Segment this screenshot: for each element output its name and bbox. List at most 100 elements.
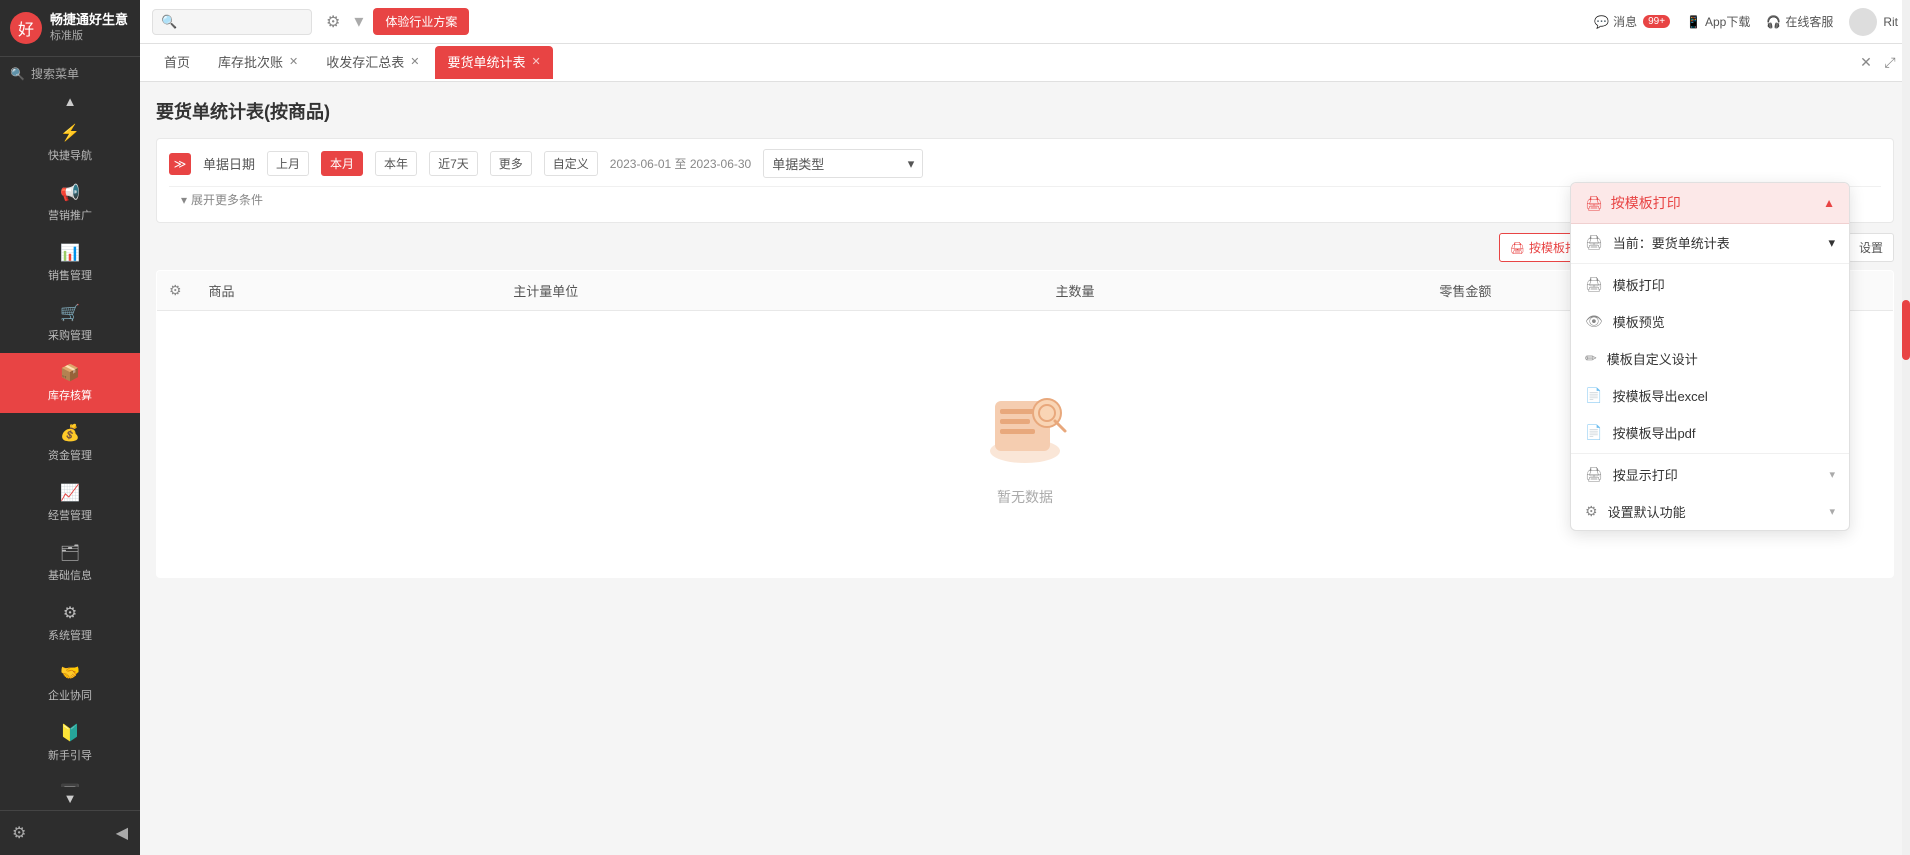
doc-type-select[interactable]: 单据类型 ▾ — [763, 149, 923, 178]
current-template-icon: 🖨 — [1585, 234, 1603, 251]
tab-order-stats-label: 要货单统计表 — [447, 52, 525, 71]
sidebar-item-purchase[interactable]: 🛒 采购管理 — [0, 293, 140, 353]
message-icon: 💬 — [1594, 15, 1609, 29]
tab-order-stats[interactable]: 要货单统计表 ✕ — [435, 46, 552, 79]
sidebar-item-enterprise[interactable]: 🤝 企业协同 — [0, 653, 140, 713]
print-icon: 🖨 — [1510, 241, 1525, 255]
filter-row: ≫ 单据日期 上月 本月 本年 近7天 更多 自定义 2023-06-01 至 … — [169, 149, 1881, 178]
sidebar-item-label: 库存核算 — [48, 387, 92, 403]
sidebar-item-label: 经营管理 — [48, 507, 92, 523]
sidebar-item-finance[interactable]: 💰 资金管理 — [0, 413, 140, 473]
message-label: 消息 — [1613, 13, 1637, 30]
window-expand-btn[interactable]: ⤢ — [1882, 55, 1898, 71]
sidebar-item-sales[interactable]: 📊 销售管理 — [0, 233, 140, 293]
table-settings-icon[interactable]: ⚙ — [169, 282, 182, 298]
search-icon: 🔍 — [10, 67, 25, 81]
settings-icon[interactable]: ⚙ — [8, 819, 30, 847]
date-custom-btn[interactable]: 自定义 — [544, 151, 598, 176]
content-area: 要货单统计表(按商品) ≫ 单据日期 上月 本月 本年 近7天 更多 自定义 2… — [140, 82, 1910, 855]
empty-icon — [975, 381, 1075, 471]
top-search-input[interactable] — [183, 15, 283, 29]
set-default-arrow: ▾ — [1829, 505, 1835, 518]
template-print-item[interactable]: 🖨 模板打印 — [1571, 266, 1849, 303]
app-download-label: App下载 — [1705, 13, 1750, 30]
sidebar-item-label: 快捷导航 — [48, 147, 92, 163]
empty-label: 暂无数据 — [997, 487, 1053, 507]
sidebar-item-label: 营销推广 — [48, 207, 92, 223]
top-dropdown-arrow[interactable]: ▾ — [354, 11, 363, 32]
sidebar-item-label: 系统管理 — [48, 627, 92, 643]
sidebar-item-marketing[interactable]: 📢 营销推广 — [0, 173, 140, 233]
window-close-btn[interactable]: ✕ — [1858, 55, 1874, 71]
tab-order-stats-close[interactable]: ✕ — [532, 55, 541, 68]
sidebar-search-label: 搜索菜单 — [31, 65, 79, 82]
settings-btn[interactable]: 设置 — [1848, 233, 1894, 262]
sidebar-item-guide[interactable]: 🔰 新手引导 — [0, 713, 140, 773]
date-filter-label: 单据日期 — [203, 154, 255, 173]
set-default-label: 设置默认功能 — [1608, 502, 1820, 521]
print-dropdown-header: 🖨 按模板打印 ▲ — [1571, 183, 1849, 224]
export-excel-label: 按模板导出excel — [1612, 386, 1835, 405]
message-action[interactable]: 💬 消息 99+ — [1594, 13, 1670, 30]
template-preview-label: 模板预览 — [1613, 312, 1835, 331]
sidebar-item-system[interactable]: ⚙ 系统管理 — [0, 593, 140, 653]
tab-batch-account-close[interactable]: ✕ — [289, 55, 298, 68]
sidebar-item-quick-nav[interactable]: ⚡ 快捷导航 — [0, 113, 140, 173]
sidebar-item-basics[interactable]: 🗂 基础信息 — [0, 533, 140, 593]
sidebar-item-operations[interactable]: 📈 经营管理 — [0, 473, 140, 533]
sales-icon: 📊 — [60, 243, 80, 263]
top-search-box[interactable]: 🔍 — [152, 9, 312, 35]
sidebar-item-inventory[interactable]: 📦 库存核算 — [0, 353, 140, 413]
online-service-action[interactable]: 🎧 在线客服 — [1766, 13, 1833, 30]
template-design-label: 模板自定义设计 — [1607, 349, 1835, 368]
app-logo-icon: 好 — [10, 12, 42, 44]
template-print-icon: 🖨 — [1585, 276, 1603, 293]
tab-receipt-summary[interactable]: 收发存汇总表 ✕ — [314, 46, 431, 79]
tab-home-label: 首页 — [164, 52, 190, 71]
sidebar-search[interactable]: 🔍 搜索菜单 — [0, 57, 140, 90]
current-template-arrow: ▾ — [1828, 235, 1835, 251]
user-profile[interactable]: Rit — [1849, 8, 1898, 36]
filter-toggle-btn[interactable]: ≫ — [169, 153, 191, 175]
template-design-item[interactable]: ✏ 模板自定义设计 — [1571, 340, 1849, 377]
print-current-template-item[interactable]: 🖨 当前：要货单统计表 ▾ — [1571, 224, 1849, 261]
doc-type-label: 单据类型 — [772, 154, 824, 173]
online-service-label: 在线客服 — [1785, 13, 1833, 30]
export-pdf-icon: 📄 — [1585, 424, 1602, 441]
template-design-icon: ✏ — [1585, 350, 1597, 367]
window-controls: ✕ ⤢ — [1858, 55, 1898, 71]
sidebar-item-label: 采购管理 — [48, 327, 92, 343]
display-print-item[interactable]: 🖨 按显示打印 ▾ — [1571, 456, 1849, 493]
inventory-icon: 📦 — [60, 363, 80, 383]
right-scrollbar[interactable] — [1902, 0, 1910, 855]
sidebar-scroll-up[interactable]: ▲ — [0, 90, 140, 113]
tab-batch-account[interactable]: 库存批次账 ✕ — [206, 46, 310, 79]
date-prev-month-btn[interactable]: 上月 — [267, 151, 309, 176]
sidebar-scroll-down[interactable]: ▼ — [0, 787, 140, 810]
collapse-icon[interactable]: ◀ — [112, 819, 132, 847]
export-excel-item[interactable]: 📄 按模板导出excel — [1571, 377, 1849, 414]
app-download-action[interactable]: 📱 App下载 — [1686, 13, 1750, 30]
date-current-year-btn[interactable]: 本年 — [375, 151, 417, 176]
date-current-month-btn[interactable]: 本月 — [321, 151, 363, 176]
sidebar-item-app-center[interactable]: 🔲 应用中心 — [0, 773, 140, 787]
purchase-icon: 🛒 — [60, 303, 80, 323]
app-center-icon: 🔲 — [60, 783, 80, 787]
service-icon: 🎧 — [1766, 15, 1781, 29]
export-pdf-item[interactable]: 📄 按模板导出pdf — [1571, 414, 1849, 451]
sidebar-item-label: 销售管理 — [48, 267, 92, 283]
trial-button[interactable]: 体验行业方案 — [373, 8, 469, 35]
print-dropdown-close-icon[interactable]: ▲ — [1823, 196, 1835, 210]
top-bar-actions: 💬 消息 99+ 📱 App下载 🎧 在线客服 Rit — [1594, 8, 1898, 36]
divider-1 — [1571, 263, 1849, 264]
tab-home[interactable]: 首页 — [152, 46, 202, 79]
date-last-7-days-btn[interactable]: 近7天 — [429, 151, 478, 176]
expand-label: 展开更多条件 — [191, 191, 263, 208]
template-preview-item[interactable]: 👁 模板预览 — [1571, 303, 1849, 340]
top-gear-icon[interactable]: ⚙ — [322, 8, 344, 36]
display-print-arrow: ▾ — [1829, 468, 1835, 481]
date-more-btn[interactable]: 更多 — [490, 151, 532, 176]
date-range-display: 2023-06-01 至 2023-06-30 — [610, 155, 751, 172]
set-default-item[interactable]: ⚙ 设置默认功能 ▾ — [1571, 493, 1849, 530]
tab-receipt-summary-close[interactable]: ✕ — [410, 55, 419, 68]
